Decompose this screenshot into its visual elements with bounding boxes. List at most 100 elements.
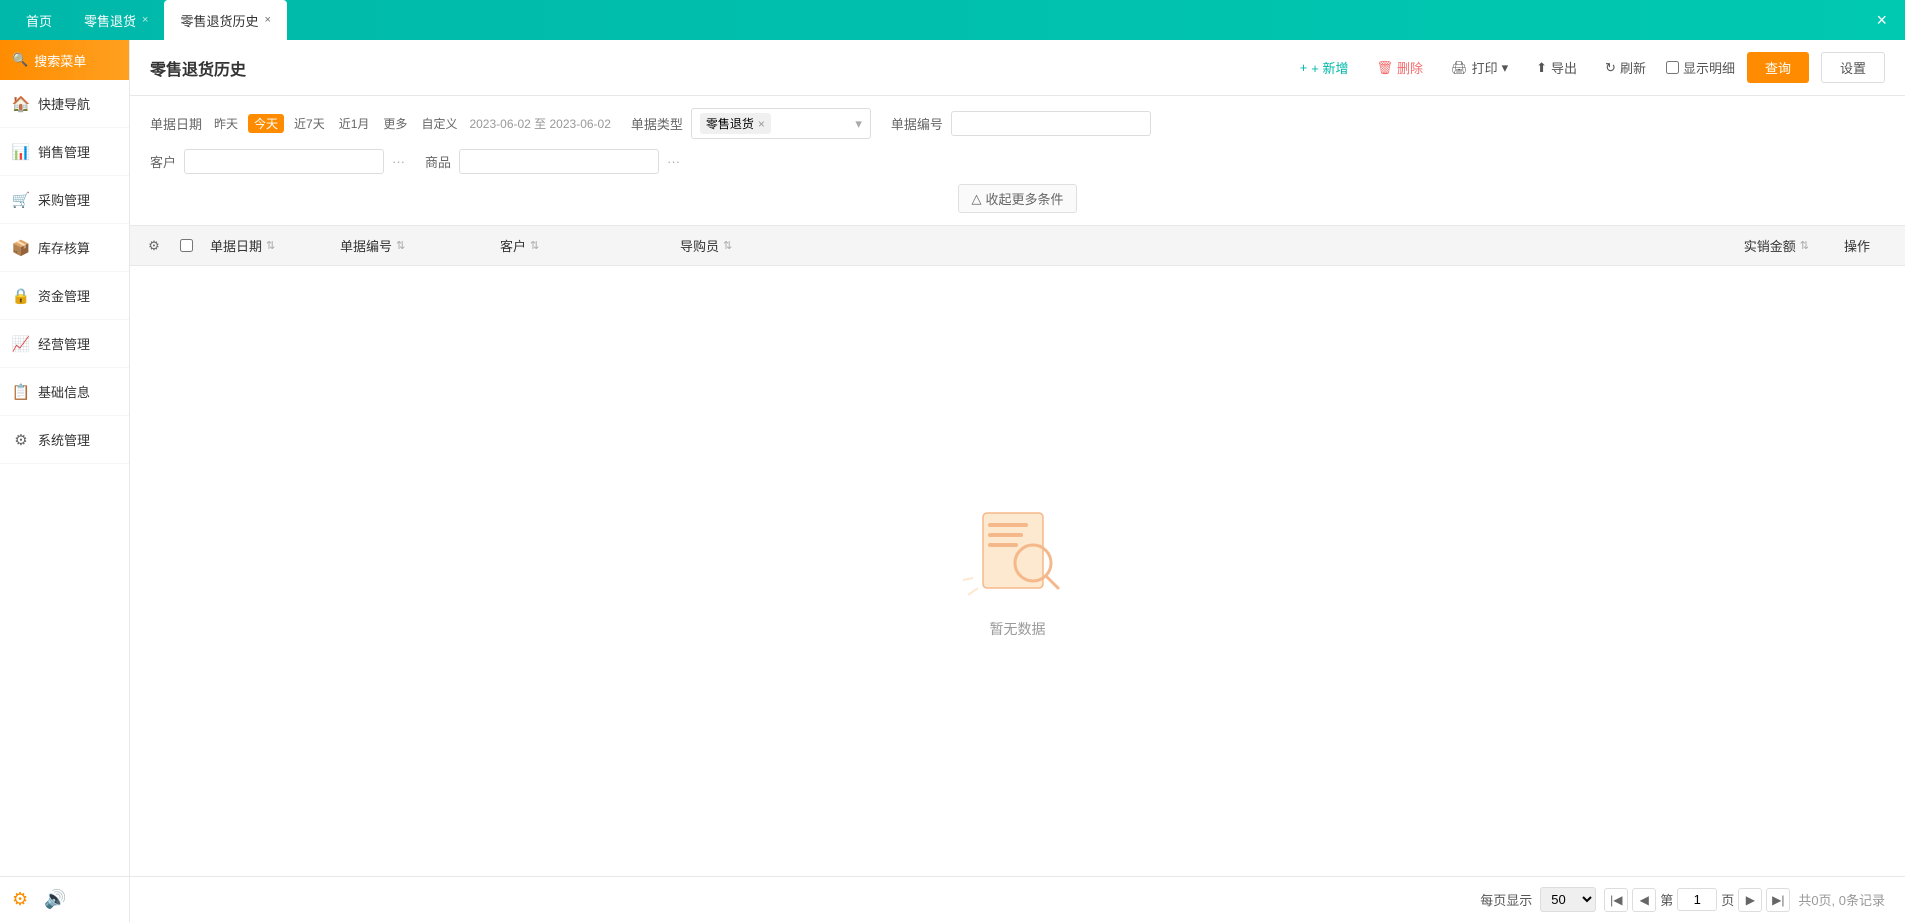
th-customer[interactable]: 客户 ⇅ (492, 228, 672, 263)
sort-amount-icon: ⇅ (1800, 239, 1809, 252)
collapse-icon: △ (971, 191, 981, 207)
column-settings-button[interactable]: ⚙ (138, 238, 170, 254)
type-tag: 零售退货 × (700, 113, 771, 134)
sidebar-bottom: ⚙ 🔊 (0, 876, 129, 922)
date-label: 单据日期 (150, 114, 202, 133)
sidebar-item-finance[interactable]: 🔒 资金管理 (0, 272, 129, 320)
audio-icon[interactable]: 🔊 (44, 889, 66, 910)
info-icon: 📋 (12, 383, 30, 401)
refresh-button[interactable]: ↻ 刷新 (1597, 54, 1654, 81)
operations-icon: 📈 (12, 335, 30, 353)
type-label: 单据类型 (631, 114, 683, 133)
export-button[interactable]: ⬆ 导出 (1528, 54, 1585, 81)
goods-label: 商品 (425, 152, 451, 171)
week-shortcut[interactable]: 近7天 (290, 114, 329, 133)
goods-dots[interactable]: ··· (667, 154, 680, 169)
content-area: 零售退货历史 + + 新增 🗑 删除 🖨 打印 ▾ ⬆ 导出 (130, 40, 1905, 922)
sidebar-item-purchase[interactable]: 🛒 采购管理 (0, 176, 129, 224)
first-page-button[interactable]: |◀ (1604, 888, 1628, 912)
window-close-button[interactable]: × (1868, 10, 1895, 31)
delete-button[interactable]: 🗑 删除 (1369, 54, 1432, 81)
type-filter: 单据类型 零售退货 × ▾ (631, 108, 871, 139)
select-all-checkbox[interactable] (180, 239, 193, 252)
tab-list: 首页 零售退货 × 零售退货历史 × (10, 0, 1868, 40)
print-icon: 🖨 (1451, 60, 1468, 76)
sidebar-item-inventory[interactable]: 📦 库存核算 (0, 224, 129, 272)
number-filter: 单据编号 (891, 111, 1151, 136)
export-icon: ⬆ (1536, 60, 1547, 76)
sales-icon: 📊 (12, 143, 30, 161)
search-icon: 🔍 (12, 52, 28, 68)
more-shortcut[interactable]: 更多 (379, 114, 411, 133)
query-button[interactable]: 查询 (1747, 52, 1809, 83)
th-amount[interactable]: 实销金额 ⇅ (1697, 228, 1817, 263)
goods-input[interactable] (459, 149, 659, 174)
page-title: 零售退货历史 (150, 56, 246, 80)
display-detail-toggle[interactable]: 显示明细 (1666, 58, 1735, 77)
print-dropdown-icon: ▾ (1502, 60, 1509, 76)
page-number-input[interactable] (1677, 888, 1717, 911)
type-select[interactable]: 零售退货 × ▾ (691, 108, 871, 139)
th-number[interactable]: 单据编号 ⇅ (332, 228, 492, 263)
top-bar: 首页 零售退货 × 零售退货历史 × × (0, 0, 1905, 40)
th-date[interactable]: 单据日期 ⇅ (202, 228, 332, 263)
custom-shortcut[interactable]: 自定义 (417, 114, 461, 133)
purchase-icon: 🛒 (12, 191, 30, 209)
page-size-select[interactable]: 50 10 20 100 (1540, 887, 1596, 912)
sidebar-item-operations[interactable]: 📈 经营管理 (0, 320, 129, 368)
sort-customer-icon: ⇅ (530, 239, 539, 252)
new-icon: + (1300, 60, 1308, 75)
next-page-button[interactable]: ▶ (1738, 888, 1762, 912)
empty-illustration (958, 503, 1078, 603)
page-label: 第 (1660, 890, 1673, 909)
sidebar-item-basic-info[interactable]: 📋 基础信息 (0, 368, 129, 416)
page-unit-label: 页 (1721, 890, 1734, 909)
prev-page-button[interactable]: ◀ (1632, 888, 1656, 912)
yesterday-shortcut[interactable]: 昨天 (210, 114, 242, 133)
customer-input[interactable] (184, 149, 384, 174)
last-page-button[interactable]: ▶| (1766, 888, 1790, 912)
page-header: 零售退货历史 + + 新增 🗑 删除 🖨 打印 ▾ ⬆ 导出 (130, 40, 1905, 96)
sort-number-icon: ⇅ (396, 239, 405, 252)
customer-label: 客户 (150, 152, 176, 171)
print-button[interactable]: 🖨 打印 ▾ (1443, 54, 1516, 81)
sort-date-icon: ⇅ (266, 239, 275, 252)
new-button[interactable]: + + 新增 (1292, 54, 1357, 81)
close-tab-retail-return[interactable]: × (142, 14, 148, 26)
sidebar-item-system[interactable]: ⚙ 系统管理 (0, 416, 129, 464)
gear-icon[interactable]: ⚙ (12, 889, 28, 910)
main-layout: 🔍 搜索菜单 🏠 快捷导航 📊 销售管理 🛒 采购管理 📦 库存核算 🔒 资金管… (0, 40, 1905, 922)
filter-area: 单据日期 昨天 今天 近7天 近1月 更多 自定义 2023-06-02 至 2… (130, 96, 1905, 226)
inventory-icon: 📦 (12, 239, 30, 257)
system-icon: ⚙ (12, 431, 30, 449)
th-operations: 操作 (1817, 228, 1897, 263)
tab-home[interactable]: 首页 (10, 0, 68, 40)
refresh-icon: ↻ (1605, 60, 1616, 76)
tab-retail-return-history[interactable]: 零售退货历史 × (164, 0, 286, 40)
type-select-arrow: ▾ (855, 116, 862, 132)
sidebar-search[interactable]: 🔍 搜索菜单 (0, 40, 129, 80)
number-label: 单据编号 (891, 114, 943, 133)
tab-retail-return[interactable]: 零售退货 × (68, 0, 164, 40)
sidebar-item-quicknav[interactable]: 🏠 快捷导航 (0, 80, 129, 128)
date-filter: 单据日期 昨天 今天 近7天 近1月 更多 自定义 2023-06-02 至 2… (150, 114, 611, 133)
table-header: ⚙ 单据日期 ⇅ 单据编号 ⇅ 客户 ⇅ 导购员 ⇅ (130, 226, 1905, 266)
date-range-text: 2023-06-02 至 2023-06-02 (469, 115, 610, 132)
close-tab-history[interactable]: × (264, 14, 270, 26)
page-summary: 共0页, 0条记录 (1798, 890, 1885, 909)
type-tag-close[interactable]: × (758, 117, 765, 131)
empty-state: 暂无数据 (130, 266, 1905, 876)
display-detail-checkbox[interactable] (1666, 61, 1679, 74)
settings-button[interactable]: 设置 (1821, 52, 1885, 83)
month-shortcut[interactable]: 近1月 (335, 114, 374, 133)
number-input[interactable] (951, 111, 1151, 136)
th-guide[interactable]: 导购员 ⇅ (672, 228, 1697, 263)
today-shortcut[interactable]: 今天 (248, 114, 284, 133)
filter-row-1: 单据日期 昨天 今天 近7天 近1月 更多 自定义 2023-06-02 至 2… (150, 108, 1885, 139)
customer-dots[interactable]: ··· (392, 154, 405, 169)
collapse-button[interactable]: △ 收起更多条件 (958, 184, 1076, 213)
finance-icon: 🔒 (12, 287, 30, 305)
page-size-label: 每页显示 (1480, 890, 1532, 909)
sidebar-item-sales[interactable]: 📊 销售管理 (0, 128, 129, 176)
page-navigation: |◀ ◀ 第 页 ▶ ▶| (1604, 888, 1790, 912)
